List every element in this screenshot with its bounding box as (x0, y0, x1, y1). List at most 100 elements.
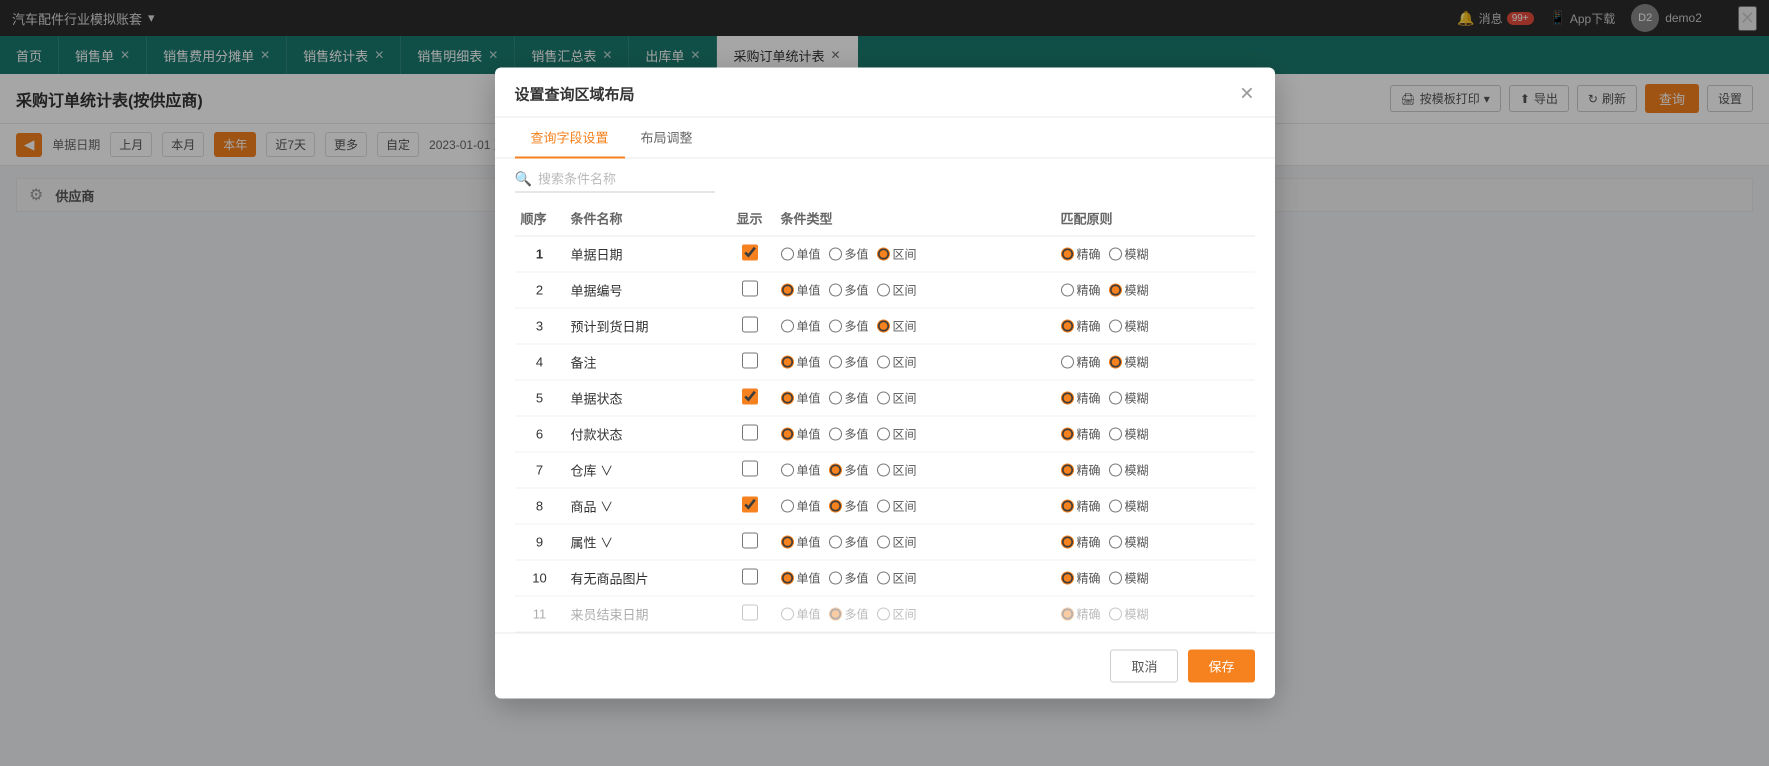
type-multi-radio[interactable] (829, 608, 842, 621)
row-match: 精确 模糊 (1055, 596, 1255, 632)
match-exact-radio[interactable] (1061, 356, 1074, 369)
match-fuzzy-radio[interactable] (1109, 356, 1122, 369)
row-type: 单值 多值 区间 (775, 488, 1055, 524)
dialog-tab-query[interactable]: 查询字段设置 (515, 118, 625, 159)
dialog-close-button[interactable]: ✕ (1239, 84, 1254, 105)
type-range-radio[interactable] (877, 392, 890, 405)
match-fuzzy-label: 模糊 (1109, 318, 1149, 335)
type-multi-radio[interactable] (829, 248, 842, 261)
dialog-tab-layout[interactable]: 布局调整 (625, 118, 709, 159)
type-range-radio[interactable] (877, 500, 890, 513)
cancel-button[interactable]: 取消 (1110, 650, 1178, 683)
type-single-radio[interactable] (781, 284, 794, 297)
match-exact-radio[interactable] (1061, 608, 1074, 621)
display-checkbox[interactable] (742, 569, 758, 585)
match-exact-radio[interactable] (1061, 500, 1074, 513)
match-fuzzy-radio[interactable] (1109, 392, 1122, 405)
display-checkbox[interactable] (742, 317, 758, 333)
row-display (725, 560, 775, 596)
match-fuzzy-label: 模糊 (1109, 246, 1149, 263)
table-row: 11 来员结束日期 单值 多值 区间 精确 模糊 (515, 596, 1255, 632)
type-range-label: 区间 (877, 246, 917, 263)
display-checkbox[interactable] (742, 425, 758, 441)
row-type: 单值 多值 区间 (775, 524, 1055, 560)
display-checkbox[interactable] (742, 245, 758, 261)
type-single-label: 单值 (781, 354, 821, 371)
type-range-radio[interactable] (877, 464, 890, 477)
match-exact-label: 精确 (1061, 246, 1101, 263)
display-checkbox[interactable] (742, 461, 758, 477)
th-type: 条件类型 (775, 201, 1055, 237)
match-exact-label: 精确 (1061, 534, 1101, 551)
display-checkbox[interactable] (742, 389, 758, 405)
row-type: 单值 多值 区间 (775, 416, 1055, 452)
type-multi-radio[interactable] (829, 464, 842, 477)
match-exact-radio[interactable] (1061, 536, 1074, 549)
row-name: 有无商品图片 (565, 560, 725, 596)
type-single-radio[interactable] (781, 392, 794, 405)
match-fuzzy-radio[interactable] (1109, 536, 1122, 549)
type-range-radio[interactable] (877, 572, 890, 585)
match-fuzzy-radio[interactable] (1109, 284, 1122, 297)
type-single-radio[interactable] (781, 320, 794, 333)
type-single-radio[interactable] (781, 572, 794, 585)
match-exact-radio[interactable] (1061, 428, 1074, 441)
row-name: 预计到货日期 (565, 308, 725, 344)
type-single-radio[interactable] (781, 500, 794, 513)
type-range-radio[interactable] (877, 608, 890, 621)
match-fuzzy-radio[interactable] (1109, 428, 1122, 441)
row-display (725, 380, 775, 416)
type-range-radio[interactable] (877, 536, 890, 549)
type-range-radio[interactable] (877, 248, 890, 261)
display-checkbox[interactable] (742, 353, 758, 369)
match-exact-radio[interactable] (1061, 392, 1074, 405)
save-button[interactable]: 保存 (1188, 650, 1254, 683)
match-fuzzy-radio[interactable] (1109, 248, 1122, 261)
display-checkbox[interactable] (742, 533, 758, 549)
search-input[interactable] (538, 172, 698, 187)
match-exact-radio[interactable] (1061, 248, 1074, 261)
match-exact-radio[interactable] (1061, 464, 1074, 477)
type-single-radio[interactable] (781, 248, 794, 261)
type-single-label: 单值 (781, 570, 821, 587)
row-order: 10 (515, 560, 565, 596)
type-multi-radio[interactable] (829, 356, 842, 369)
type-multi-label: 多值 (829, 246, 869, 263)
match-fuzzy-radio[interactable] (1109, 320, 1122, 333)
type-single-radio[interactable] (781, 464, 794, 477)
table-row: 9 属性 ∨ 单值 多值 区间 精确 模糊 (515, 524, 1255, 560)
match-exact-label: 精确 (1061, 318, 1101, 335)
type-multi-radio[interactable] (829, 572, 842, 585)
type-range-radio[interactable] (877, 356, 890, 369)
type-multi-radio[interactable] (829, 392, 842, 405)
table-row: 6 付款状态 单值 多值 区间 精确 模糊 (515, 416, 1255, 452)
settings-dialog: 设置查询区域布局 ✕ 查询字段设置 布局调整 🔍 顺序 条件名称 显示 条件类型 (495, 68, 1275, 699)
type-single-label: 单值 (781, 426, 821, 443)
display-checkbox[interactable] (742, 281, 758, 297)
type-single-radio[interactable] (781, 608, 794, 621)
display-checkbox[interactable] (742, 605, 758, 621)
type-multi-radio[interactable] (829, 500, 842, 513)
type-range-radio[interactable] (877, 320, 890, 333)
type-multi-radio[interactable] (829, 320, 842, 333)
match-fuzzy-label: 模糊 (1109, 498, 1149, 515)
row-order: 8 (515, 488, 565, 524)
row-type: 单值 多值 区间 (775, 344, 1055, 380)
type-multi-radio[interactable] (829, 536, 842, 549)
match-exact-radio[interactable] (1061, 320, 1074, 333)
type-single-radio[interactable] (781, 356, 794, 369)
display-checkbox[interactable] (742, 497, 758, 513)
match-fuzzy-radio[interactable] (1109, 500, 1122, 513)
match-fuzzy-radio[interactable] (1109, 608, 1122, 621)
match-fuzzy-radio[interactable] (1109, 572, 1122, 585)
match-exact-radio[interactable] (1061, 572, 1074, 585)
type-range-radio[interactable] (877, 284, 890, 297)
type-range-radio[interactable] (877, 428, 890, 441)
type-range-label: 区间 (877, 426, 917, 443)
type-multi-radio[interactable] (829, 428, 842, 441)
type-single-radio[interactable] (781, 536, 794, 549)
type-multi-radio[interactable] (829, 284, 842, 297)
type-single-radio[interactable] (781, 428, 794, 441)
match-fuzzy-radio[interactable] (1109, 464, 1122, 477)
match-exact-radio[interactable] (1061, 284, 1074, 297)
